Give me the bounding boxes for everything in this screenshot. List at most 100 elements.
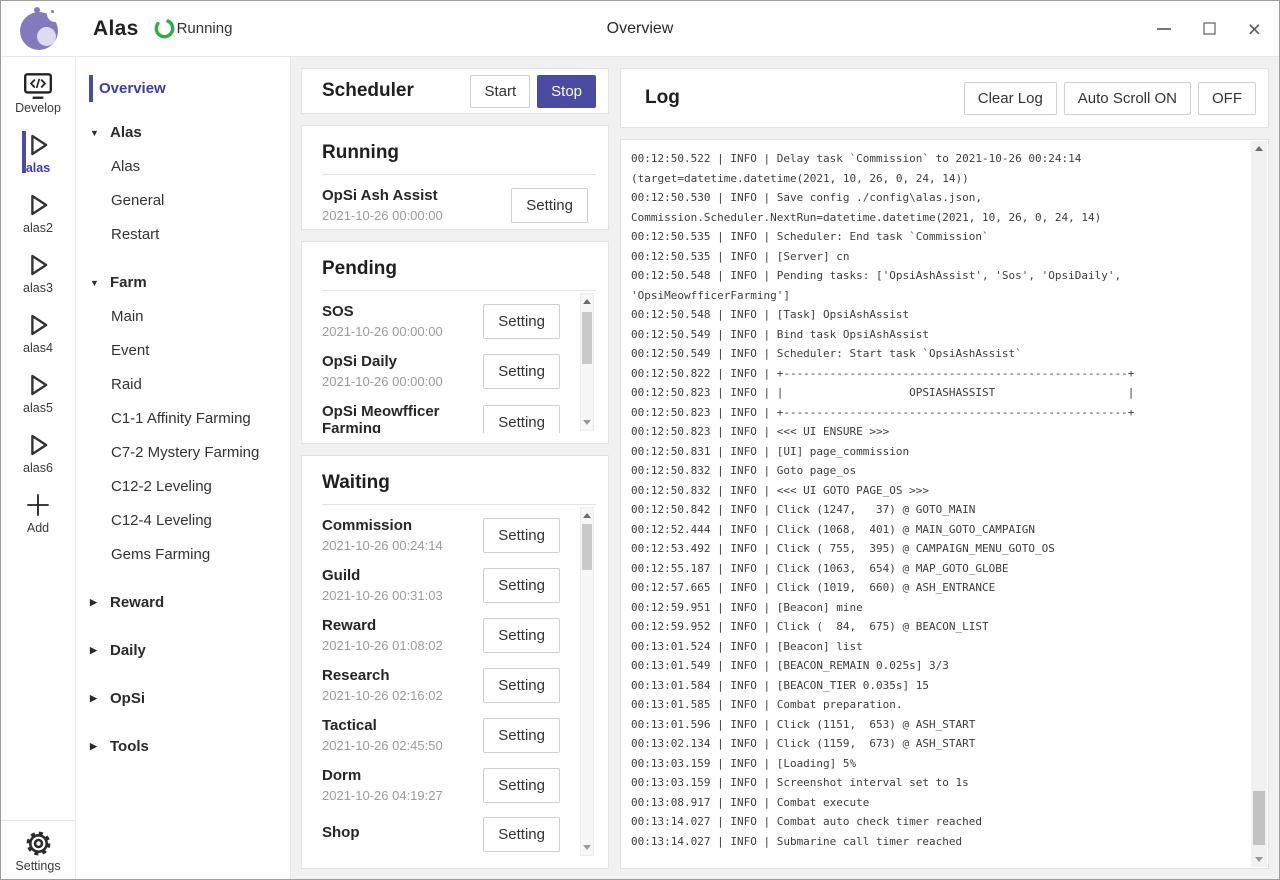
nav-group: ▶ Reward <box>76 585 290 620</box>
sidebar-instance-item[interactable]: alas4 <box>22 303 54 363</box>
task-name: SOS <box>322 303 483 320</box>
nav-item[interactable]: C12-2 Leveling <box>76 470 290 504</box>
nav-item[interactable]: C1-1 Affinity Farming <box>76 402 290 436</box>
play-icon <box>22 310 54 340</box>
waiting-scroll-area: Commission 2021-10-26 00:24:14 Setting G… <box>322 505 596 858</box>
nav-item[interactable]: Raid <box>76 368 290 402</box>
auto-scroll-off-button[interactable]: OFF <box>1198 82 1256 115</box>
scrollbar-thumb[interactable] <box>582 312 592 364</box>
sidebar-instance-item[interactable]: alas2 <box>22 183 54 243</box>
nav-group-label: Daily <box>110 642 146 659</box>
task-setting-button[interactable]: Setting <box>483 568 560 603</box>
task-setting-button[interactable]: Setting <box>483 768 560 803</box>
log-line: 00:12:50.549 | INFO | Scheduler: Start t… <box>631 344 1238 364</box>
nav-group-label: Tools <box>110 738 149 755</box>
log-line: 00:12:50.832 | INFO | <<< UI GOTO PAGE_O… <box>631 481 1238 501</box>
scheduler-column: Scheduler Start Stop Running OpSi Ash As… <box>291 57 616 879</box>
nav-item[interactable]: Main <box>76 300 290 334</box>
settings-button[interactable]: Settings <box>1 820 75 879</box>
maximize-button[interactable] <box>1203 17 1216 41</box>
pending-scrollbar[interactable] <box>580 293 594 431</box>
start-button[interactable]: Start <box>470 75 530 108</box>
develop-label: Develop <box>15 101 61 115</box>
log-line: 00:13:14.027 | INFO | Submarine call tim… <box>631 832 1238 852</box>
task-setting-button[interactable]: Setting <box>511 188 588 223</box>
nav-children: Main Event Raid C1-1 Affinity Farming C7… <box>76 300 290 572</box>
sidebar-instance-item[interactable]: alas5 <box>22 363 54 423</box>
nav-item[interactable]: General <box>76 184 290 218</box>
nav-item[interactable]: Restart <box>76 218 290 252</box>
scroll-up-arrow-icon[interactable] <box>1255 146 1263 151</box>
scroll-down-arrow-icon[interactable] <box>583 420 591 425</box>
log-line: 00:12:50.832 | INFO | Goto page_os <box>631 461 1238 481</box>
log-line: 00:12:50.530 | INFO | Save config ./conf… <box>631 188 1238 208</box>
task-info: Research 2021-10-26 02:16:02 <box>322 667 483 703</box>
nav-item[interactable]: C7-2 Mystery Farming <box>76 436 290 470</box>
nav-item[interactable]: C12-4 Leveling <box>76 504 290 538</box>
sidebar-item-develop[interactable]: Develop <box>1 65 75 123</box>
task-setting-button[interactable]: Setting <box>483 817 560 852</box>
log-line: 00:12:50.831 | INFO | [UI] page_commissi… <box>631 442 1238 462</box>
title-bar: Alas Running Overview × <box>1 1 1279 57</box>
task-setting-button[interactable]: Setting <box>483 405 560 434</box>
task-next-run-time: 2021-10-26 00:00:00 <box>322 374 483 389</box>
nav-group-header[interactable]: ▼ Alas <box>76 115 290 150</box>
add-instance-button[interactable]: Add <box>1 483 75 543</box>
scroll-down-arrow-icon[interactable] <box>1255 857 1263 862</box>
scrollbar-thumb[interactable] <box>1253 791 1265 845</box>
task-next-run-time: 2021-10-26 01:08:02 <box>322 638 483 653</box>
task-setting-button[interactable]: Setting <box>483 718 560 753</box>
nav-item[interactable]: Gems Farming <box>76 538 290 572</box>
nav-item[interactable]: Alas <box>76 150 290 184</box>
nav-expand-arrow-icon: ▼ <box>90 128 101 138</box>
log-line: 00:13:02.134 | INFO | Click (1159, 673) … <box>631 734 1238 754</box>
maximize-icon <box>1203 22 1216 35</box>
nav-group: ▼ Alas Alas General Restart <box>76 115 290 252</box>
task-row: Commission 2021-10-26 00:24:14 Setting <box>322 509 568 559</box>
sidebar-instance-item[interactable]: alas <box>22 123 54 183</box>
nav-group-header[interactable]: ▶ Daily <box>76 633 290 668</box>
scrollbar-thumb[interactable] <box>582 524 592 570</box>
nav-group-header[interactable]: ▶ OpSi <box>76 681 290 716</box>
log-line: 00:12:50.548 | INFO | Pending tasks: ['O… <box>631 266 1238 286</box>
task-setting-button[interactable]: Setting <box>483 354 560 389</box>
auto-scroll-on-button[interactable]: Auto Scroll ON <box>1064 82 1191 115</box>
nav-item-overview[interactable]: Overview <box>89 75 290 102</box>
sidebar-instance-item[interactable]: alas6 <box>22 423 54 483</box>
task-name: Dorm <box>322 767 483 784</box>
scroll-down-arrow-icon[interactable] <box>583 845 591 850</box>
sidebar-instance-item[interactable]: alas3 <box>22 243 54 303</box>
instance-label: alas <box>26 161 50 175</box>
nav-group-header[interactable]: ▶ Reward <box>76 585 290 620</box>
close-button[interactable]: × <box>1248 17 1261 41</box>
instance-sidebar: Develop alas alas2 alas3 alas4 alas5 ala… <box>1 57 76 879</box>
task-name: OpSi Ash Assist <box>322 187 511 204</box>
task-name: Commission <box>322 517 483 534</box>
log-line: 00:13:03.159 | INFO | Screenshot interva… <box>631 773 1238 793</box>
log-line: 00:12:50.842 | INFO | Click (1247, 37) @… <box>631 500 1238 520</box>
task-info: Tactical 2021-10-26 02:45:50 <box>322 717 483 753</box>
running-spinner-icon <box>153 17 176 40</box>
log-scrollbar[interactable] <box>1251 141 1267 867</box>
minimize-button[interactable] <box>1157 17 1171 41</box>
task-setting-button[interactable]: Setting <box>483 518 560 553</box>
task-row: Tactical 2021-10-26 02:45:50 Setting <box>322 709 568 759</box>
waiting-scrollbar[interactable] <box>580 507 594 856</box>
nav-group-header[interactable]: ▼ Farm <box>76 265 290 300</box>
task-row: OpSi Ash Assist 2021-10-26 00:00:00 Sett… <box>322 179 596 229</box>
task-setting-button[interactable]: Setting <box>483 304 560 339</box>
log-output-panel: 00:12:50.522 | INFO | Delay task `Commis… <box>620 139 1269 869</box>
nav-group-header[interactable]: ▶ Tools <box>76 729 290 764</box>
task-setting-button[interactable]: Setting <box>483 618 560 653</box>
nav-group: ▼ Farm Main Event Raid C1-1 Affinity Far… <box>76 265 290 572</box>
stop-button[interactable]: Stop <box>537 75 596 108</box>
task-info: Commission 2021-10-26 00:24:14 <box>322 517 483 553</box>
task-row: OpSi Meowfficer Farming Setting <box>322 395 568 433</box>
scroll-up-arrow-icon[interactable] <box>583 513 591 518</box>
task-row: Reward 2021-10-26 01:08:02 Setting <box>322 609 568 659</box>
nav-item[interactable]: Event <box>76 334 290 368</box>
scroll-up-arrow-icon[interactable] <box>583 299 591 304</box>
task-next-run-time: 2021-10-26 00:00:00 <box>322 208 511 223</box>
clear-log-button[interactable]: Clear Log <box>964 82 1057 115</box>
task-setting-button[interactable]: Setting <box>483 668 560 703</box>
